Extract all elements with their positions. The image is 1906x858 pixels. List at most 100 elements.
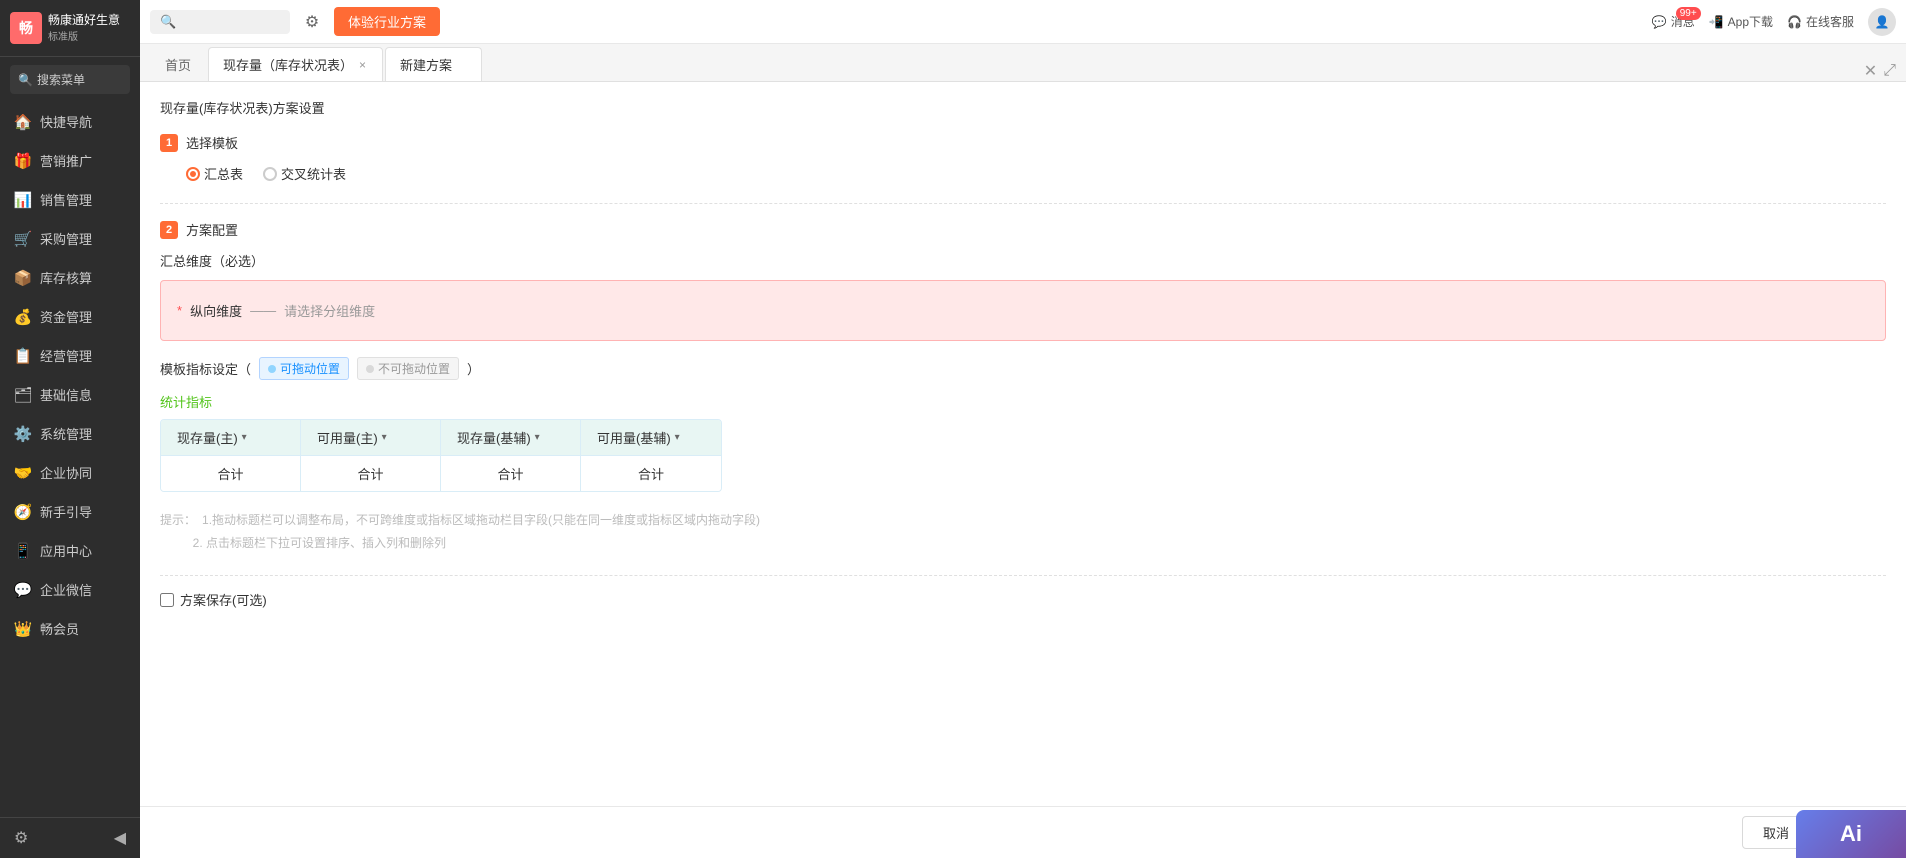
tab-new-plan[interactable]: 新建方案 × <box>385 47 482 81</box>
radio-cross[interactable]: 交叉统计表 <box>263 164 346 183</box>
tips-section: 提示： 1.拖动标题栏可以调整布局，不可跨维度或指标区域拖动栏目字段(只能在同一… <box>160 511 1886 551</box>
chevron-4-icon: ▾ <box>675 432 680 443</box>
sidebar-item-label: 库存核算 <box>40 268 92 287</box>
sidebar-item-label: 资金管理 <box>40 307 92 326</box>
dim-label: 汇总维度（必选） <box>160 251 1886 270</box>
sidebar-item-purchase[interactable]: 🛒 采购管理 <box>0 219 140 258</box>
ai-floating-button[interactable]: Ai <box>1796 810 1906 858</box>
sidebar-item-label: 新手引导 <box>40 502 92 521</box>
download-icon: 📲 <box>1709 15 1724 29</box>
tab-new-label: 新建方案 <box>400 55 452 74</box>
section1-title: 1 选择模板 <box>160 133 1886 152</box>
radio-summary[interactable]: 汇总表 <box>186 164 243 183</box>
save-section: 方案保存(可选) <box>160 575 1886 609</box>
radio-summary-circle <box>186 167 200 181</box>
stats-body-2: 合计 <box>301 456 441 491</box>
gift-icon: 🎁 <box>14 152 32 170</box>
sidebar-item-label: 经营管理 <box>40 346 92 365</box>
settings-icon[interactable]: ⚙ <box>14 828 28 848</box>
tab-inventory-status[interactable]: 现存量（库存状况表） × <box>208 47 383 81</box>
section2-title: 2 方案配置 <box>160 220 1886 239</box>
tab-home[interactable]: 首页 <box>150 47 206 81</box>
stats-header-4[interactable]: 可用量(基辅) ▾ <box>581 420 721 455</box>
non-draggable-tag: 不可拖动位置 <box>357 357 459 380</box>
stats-section: 统计指标 现存量(主) ▾ 可用量(主) ▾ <box>160 392 1886 495</box>
chevron-1-icon: ▾ <box>242 432 247 443</box>
sidebar-item-label: 企业协同 <box>40 463 92 482</box>
template-radio-group: 汇总表 交叉统计表 <box>186 164 1886 183</box>
logo-icon: 畅 <box>10 12 42 44</box>
stats-header-row: 现存量(主) ▾ 可用量(主) ▾ 现存量(基辅) ▾ <box>161 420 721 455</box>
app-download-label: App下载 <box>1728 13 1773 30</box>
sidebar-item-label: 系统管理 <box>40 424 92 443</box>
sidebar-item-inventory[interactable]: 📦 库存核算 <box>0 258 140 297</box>
logo-text: 畅康通好生意 标准版 <box>48 13 120 44</box>
sidebar-item-system[interactable]: ⚙️ 系统管理 <box>0 414 140 453</box>
collapse-icon[interactable]: ◀ <box>114 828 126 848</box>
save-checkbox[interactable] <box>160 593 174 607</box>
radio-cross-circle <box>263 167 277 181</box>
gear-icon: ⚙️ <box>14 425 32 443</box>
section2-num: 2 <box>160 221 178 239</box>
tab-home-label: 首页 <box>165 55 191 74</box>
topbar-gear-button[interactable]: ⚙ <box>298 8 326 36</box>
topbar-search-input[interactable] <box>180 15 280 29</box>
industry-plan-button[interactable]: 体验行业方案 <box>334 7 440 36</box>
compass-icon: 🧭 <box>14 503 32 521</box>
stats-body-row: 合计 合计 合计 合计 <box>161 455 721 491</box>
section2-label: 方案配置 <box>186 220 238 239</box>
tab-close-all-icon[interactable]: ✕ <box>1864 61 1877 81</box>
stats-header-3[interactable]: 现存量(基辅) ▾ <box>441 420 581 455</box>
stats-header-2[interactable]: 可用量(主) ▾ <box>301 420 441 455</box>
sidebar-item-sales[interactable]: 📊 销售管理 <box>0 180 140 219</box>
save-label: 方案保存(可选) <box>180 590 267 609</box>
section-template: 1 选择模板 汇总表 交叉统计表 <box>160 133 1886 183</box>
sidebar-item-enterprise[interactable]: 🤝 企业协同 <box>0 453 140 492</box>
tip-2-text: 2. 点击标题栏下拉可设置排序、插入列和删除列 <box>193 534 446 551</box>
sidebar-item-wechat[interactable]: 💬 企业微信 <box>0 570 140 609</box>
app-download-button[interactable]: 📲 App下载 <box>1709 13 1773 30</box>
tip-label: 提示： <box>160 511 196 528</box>
sidebar-item-quick-nav[interactable]: 🏠 快捷导航 <box>0 102 140 141</box>
chevron-3-icon: ▾ <box>535 432 540 443</box>
stats-h1-label: 现存量(主) <box>177 428 238 447</box>
sidebar-item-label: 应用中心 <box>40 541 92 560</box>
stats-header-1[interactable]: 现存量(主) ▾ <box>161 420 301 455</box>
section1-label: 选择模板 <box>186 133 238 152</box>
sidebar-item-marketing[interactable]: 🎁 营销推广 <box>0 141 140 180</box>
sidebar-item-guide[interactable]: 🧭 新手引导 <box>0 492 140 531</box>
sidebar: 畅 畅康通好生意 标准版 🔍 搜索菜单 🏠 快捷导航 🎁 营销推广 📊 销售管理… <box>0 0 140 858</box>
sidebar-item-member[interactable]: 👑 畅会员 <box>0 609 140 648</box>
indicator-setting-label: 模板指标设定（ <box>160 359 251 378</box>
stats-body-4: 合计 <box>581 456 721 491</box>
sidebar-item-basic-info[interactable]: 🗂 基础信息 <box>0 375 140 414</box>
sidebar-search[interactable]: 🔍 搜索菜单 <box>10 65 130 94</box>
sidebar-item-app[interactable]: 📱 应用中心 <box>0 531 140 570</box>
sidebar-item-label: 企业微信 <box>40 580 92 599</box>
topbar-search-box[interactable]: 🔍 <box>150 10 290 34</box>
tab-expand-icon[interactable]: ⤢ <box>1883 62 1896 80</box>
online-service-button[interactable]: 🎧 在线客服 <box>1787 13 1854 30</box>
dim-required-mark: * <box>177 303 182 318</box>
folder-icon: 🗂 <box>14 386 32 404</box>
dim-select-placeholder[interactable]: 请选择分组维度 <box>284 301 375 320</box>
sidebar-item-label: 快捷导航 <box>40 112 92 131</box>
messages-button[interactable]: 💬 消息 99+ <box>1652 13 1695 30</box>
tip-item-2: 2. 点击标题栏下拉可设置排序、插入列和删除列 <box>160 534 1886 551</box>
tab-inventory-label: 现存量（库存状况表） <box>223 55 353 74</box>
sidebar-item-finance[interactable]: 💰 资金管理 <box>0 297 140 336</box>
chevron-2-icon: ▾ <box>382 432 387 443</box>
tip-1-text: 1.拖动标题栏可以调整布局，不可跨维度或指标区域拖动栏目字段(只能在同一维度或指… <box>202 511 760 528</box>
user-avatar[interactable]: 👤 <box>1868 8 1896 36</box>
search-icon: 🔍 <box>18 73 33 87</box>
draggable-tag: 可拖动位置 <box>259 357 349 380</box>
sidebar-item-operations[interactable]: 📋 经营管理 <box>0 336 140 375</box>
section-config: 2 方案配置 汇总维度（必选） * 纵向维度 —— 请选择分组维度 模板指标设定… <box>160 220 1886 551</box>
sidebar-item-label: 采购管理 <box>40 229 92 248</box>
clipboard-icon: 📋 <box>14 347 32 365</box>
draggable-label: 可拖动位置 <box>280 360 340 377</box>
nondraggable-label: 不可拖动位置 <box>378 360 450 377</box>
tab-inventory-close[interactable]: × <box>357 58 368 72</box>
cart-icon: 🛒 <box>14 230 32 248</box>
tab-new-close[interactable]: × <box>456 58 467 72</box>
